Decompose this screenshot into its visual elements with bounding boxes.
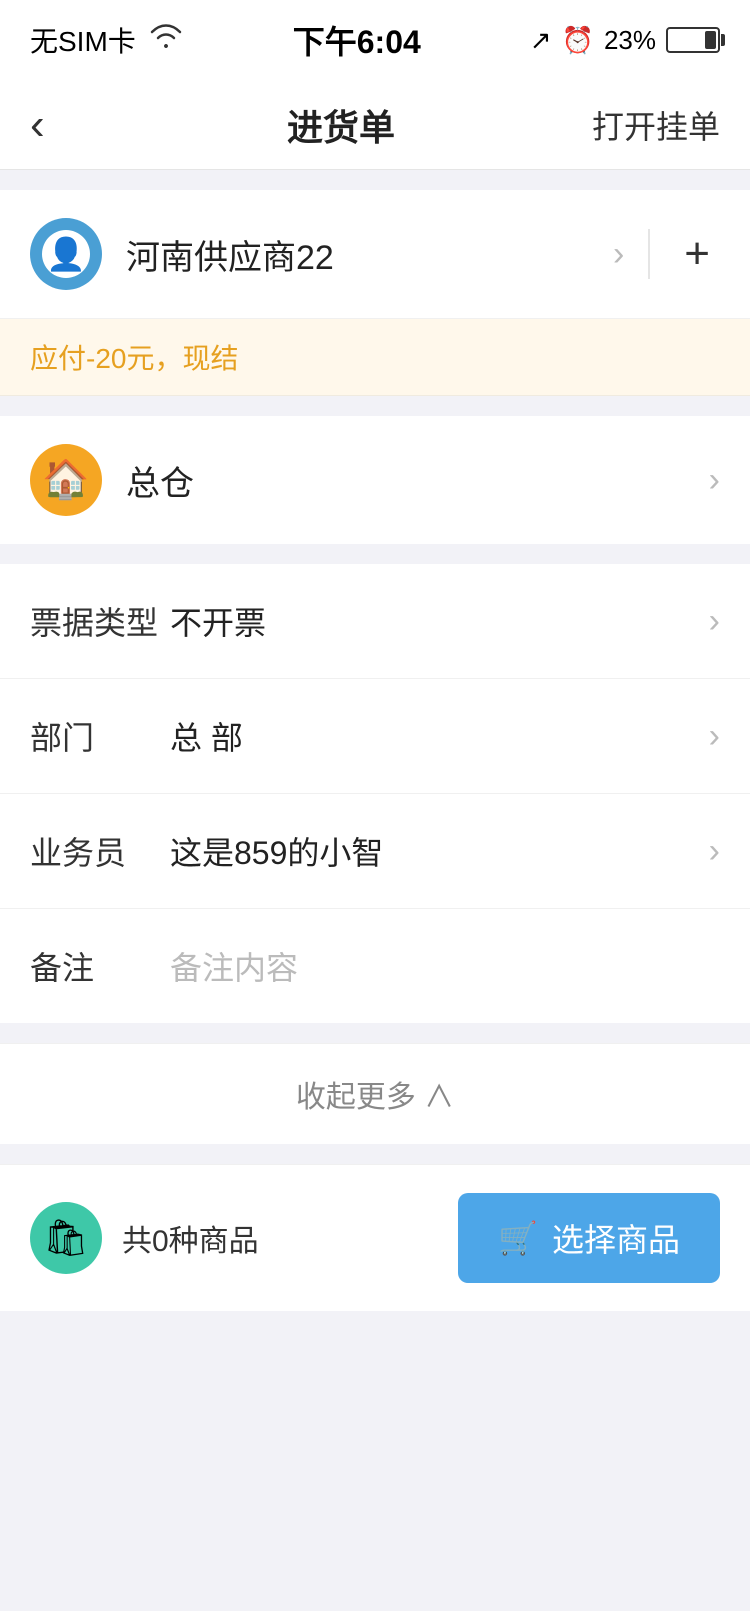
product-icon-circle: 🛍 [30,1202,102,1274]
select-product-label: 选择商品 [552,1215,680,1261]
warning-banner: 应付-20元，现结 [0,319,750,396]
salesman-value: 这是859的小智 [170,828,709,874]
form-section: 票据类型 不开票 › 部门 总 部 › 业务员 这是859的小智 › 备注 备注… [0,564,750,1023]
warehouse-row[interactable]: 🏠 总仓 › [0,416,750,544]
warehouse-name: 总仓 [126,456,709,505]
product-icon: 🛍 [43,1217,89,1259]
page-title: 进货单 [287,99,395,151]
warehouse-icon: 🏠 [42,458,89,502]
ticket-type-chevron-icon: › [709,602,720,641]
battery-percent: 23% [604,25,656,56]
department-label: 部门 [30,713,170,759]
add-supplier-button[interactable]: + [674,229,720,279]
department-row[interactable]: 部门 总 部 › [0,679,750,794]
section-divider-1 [0,396,750,416]
back-button[interactable]: ‹ [30,100,90,150]
warning-text: 应付-20元，现结 [30,343,238,374]
nav-bar: ‹ 进货单 打开挂单 [0,80,750,170]
ticket-type-row[interactable]: 票据类型 不开票 › [0,564,750,679]
collapse-text: 收起更多 ∧ [296,1072,454,1116]
supplier-avatar: 👤 [30,218,102,290]
supplier-section: 👤 河南供应商22 › + 应付-20元，现结 [0,190,750,396]
collapse-row[interactable]: 收起更多 ∧ [0,1043,750,1144]
salesman-row[interactable]: 业务员 这是859的小智 › [0,794,750,909]
ticket-type-value: 不开票 [170,598,709,644]
status-time: 下午6:04 [293,17,421,63]
supplier-name: 河南供应商22 [126,230,613,279]
open-pending-button[interactable]: 打开挂单 [592,102,720,148]
alarm-icon: ⏰ [562,25,594,56]
department-chevron-icon: › [709,717,720,756]
signal-text: 无SIM卡 [30,20,136,60]
ticket-type-label: 票据类型 [30,598,170,644]
status-right: ↗ ⏰ 23% [530,25,720,56]
note-placeholder: 备注内容 [170,943,720,989]
avatar-inner: 👤 [42,230,90,278]
status-bar: 无SIM卡 下午6:04 ↗ ⏰ 23% [0,0,750,80]
note-row[interactable]: 备注 备注内容 [0,909,750,1023]
avatar-icon: 👤 [46,235,86,273]
bottom-bar: 🛍 共0种商品 🛒 选择商品 [0,1164,750,1311]
warehouse-chevron-icon: › [709,461,720,500]
salesman-chevron-icon: › [709,832,720,871]
supplier-row[interactable]: 👤 河南供应商22 › + [0,190,750,319]
supplier-chevron-icon: › [613,235,624,274]
select-product-button[interactable]: 🛒 选择商品 [458,1193,720,1283]
product-count-text: 共0种商品 [122,1216,259,1260]
select-product-icon: 🛒 [498,1219,538,1257]
warehouse-section: 🏠 总仓 › [0,416,750,544]
gray-fill [0,1311,750,1611]
department-value: 总 部 [170,713,709,759]
battery-icon [666,27,720,53]
note-label: 备注 [30,943,170,989]
status-left: 无SIM卡 [30,20,184,60]
supplier-divider [648,229,650,279]
wifi-icon [148,24,184,57]
product-count-wrap: 🛍 共0种商品 [30,1202,259,1274]
location-icon: ↗ [530,25,552,56]
salesman-label: 业务员 [30,828,170,874]
warehouse-icon-wrap: 🏠 [30,444,102,516]
top-divider [0,170,750,190]
